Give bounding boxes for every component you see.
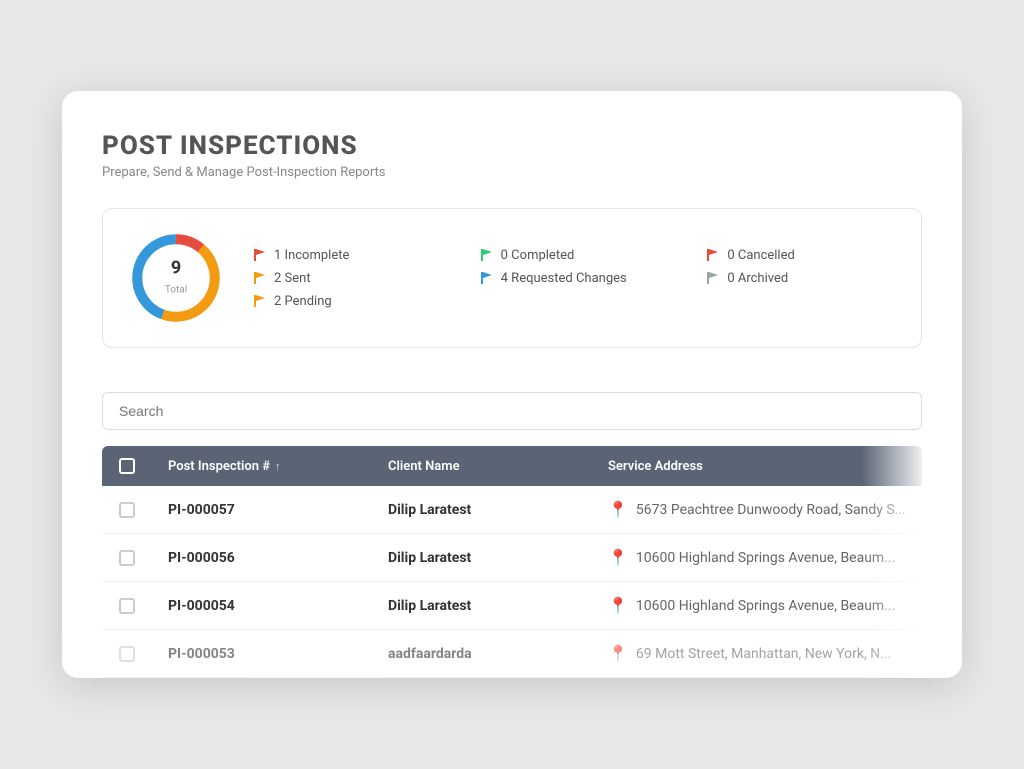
stat-pending-label: 2 Pending (274, 294, 332, 309)
address-text: 10600 Highland Springs Avenue, Beaum... (636, 598, 895, 614)
table-body: PI-000057 Dilip Laratest 📍 5673 Peachtre… (102, 486, 922, 678)
th-client-name-label: Client Name (388, 459, 460, 474)
address-text: 69 Mott Street, Manhattan, New York, N..… (636, 646, 891, 662)
location-pin-icon: 📍 (608, 596, 628, 615)
address-text: 10600 Highland Springs Avenue, Beaum... (636, 550, 895, 566)
stat-cancelled-label: 0 Cancelled (727, 248, 795, 263)
table-row: PI-000053 aadfaardarda 📍 69 Mott Street,… (102, 630, 922, 678)
stat-incomplete-label: 1 Incomplete (274, 248, 349, 263)
client-name[interactable]: Dilip Laratest (372, 598, 592, 614)
table-row: PI-000057 Dilip Laratest 📍 5673 Peachtre… (102, 486, 922, 534)
row-checkbox-cell (102, 598, 152, 614)
stats-grid: 1 Incomplete 0 Completed 0 Cancelled (253, 248, 893, 309)
row-checkbox-cell (102, 646, 152, 662)
sort-arrow-icon: ↑ (275, 460, 281, 473)
location-pin-icon: 📍 (608, 500, 628, 519)
row-checkbox[interactable] (119, 550, 135, 566)
flag-icon-requested (480, 272, 494, 284)
row-checkbox-cell (102, 550, 152, 566)
row-checkbox[interactable] (119, 598, 135, 614)
stat-archived-label: 0 Archived (727, 271, 788, 286)
stats-section: 9 Total 1 Incomplete 0 Completed (102, 208, 922, 348)
client-name[interactable]: Dilip Laratest (372, 502, 592, 518)
total-count: 9 (165, 260, 187, 278)
flag-icon-completed (480, 249, 494, 261)
pi-number[interactable]: PI-000053 (152, 646, 372, 662)
location-pin-icon: 📍 (608, 644, 628, 663)
row-checkbox[interactable] (119, 502, 135, 518)
table-row: PI-000054 Dilip Laratest 📍 10600 Highlan… (102, 582, 922, 630)
page-title: POST INSPECTIONS (102, 131, 922, 161)
donut-center: 9 Total (165, 260, 187, 297)
client-name[interactable]: aadfaardarda (372, 646, 592, 662)
th-client-name[interactable]: Client Name (372, 458, 592, 474)
total-label: Total (165, 285, 187, 296)
pi-number[interactable]: PI-000054 (152, 598, 372, 614)
stat-completed-label: 0 Completed (501, 248, 575, 263)
th-pi-number-label: Post Inspection # (168, 459, 270, 474)
stat-sent: 2 Sent (253, 271, 440, 286)
stat-archived: 0 Archived (706, 271, 893, 286)
address-cell: 📍 10600 Highland Springs Avenue, Beaum..… (592, 548, 922, 567)
stat-incomplete: 1 Incomplete (253, 248, 440, 263)
address-cell: 📍 5673 Peachtree Dunwoody Road, Sandy S.… (592, 500, 922, 519)
donut-chart: 9 Total (131, 233, 221, 323)
client-name[interactable]: Dilip Laratest (372, 550, 592, 566)
stat-pending: 2 Pending (253, 294, 440, 309)
page-subtitle: Prepare, Send & Manage Post-Inspection R… (102, 165, 922, 180)
stat-requested-label: 4 Requested Changes (501, 271, 627, 286)
flag-icon-pending (253, 295, 267, 307)
th-service-address-label: Service Address (608, 459, 703, 474)
table-wrapper: Post Inspection # ↑ Client Name Service … (102, 446, 922, 678)
pi-number[interactable]: PI-000057 (152, 502, 372, 518)
search-input[interactable] (102, 392, 922, 430)
address-cell: 📍 69 Mott Street, Manhattan, New York, N… (592, 644, 922, 663)
location-pin-icon: 📍 (608, 548, 628, 567)
stat-completed: 0 Completed (480, 248, 667, 263)
header-checkbox-cell (102, 458, 152, 474)
main-card: POST INSPECTIONS Prepare, Send & Manage … (62, 91, 962, 678)
select-all-checkbox[interactable] (119, 458, 135, 474)
flag-icon-cancelled (706, 249, 720, 261)
table-row: PI-000056 Dilip Laratest 📍 10600 Highlan… (102, 534, 922, 582)
stat-requested: 4 Requested Changes (480, 271, 667, 286)
stat-cancelled: 0 Cancelled (706, 248, 893, 263)
address-cell: 📍 10600 Highland Springs Avenue, Beaum..… (592, 596, 922, 615)
th-service-address[interactable]: Service Address (592, 458, 922, 474)
table-header: Post Inspection # ↑ Client Name Service … (102, 446, 922, 486)
row-checkbox-cell (102, 502, 152, 518)
flag-icon-archived (706, 272, 720, 284)
th-pi-number[interactable]: Post Inspection # ↑ (152, 458, 372, 474)
flag-icon-sent (253, 272, 267, 284)
search-wrapper (102, 376, 922, 430)
flag-icon-incomplete (253, 249, 267, 261)
address-text: 5673 Peachtree Dunwoody Road, Sandy S... (636, 502, 906, 518)
stat-sent-label: 2 Sent (274, 271, 311, 286)
pi-number[interactable]: PI-000056 (152, 550, 372, 566)
row-checkbox[interactable] (119, 646, 135, 662)
